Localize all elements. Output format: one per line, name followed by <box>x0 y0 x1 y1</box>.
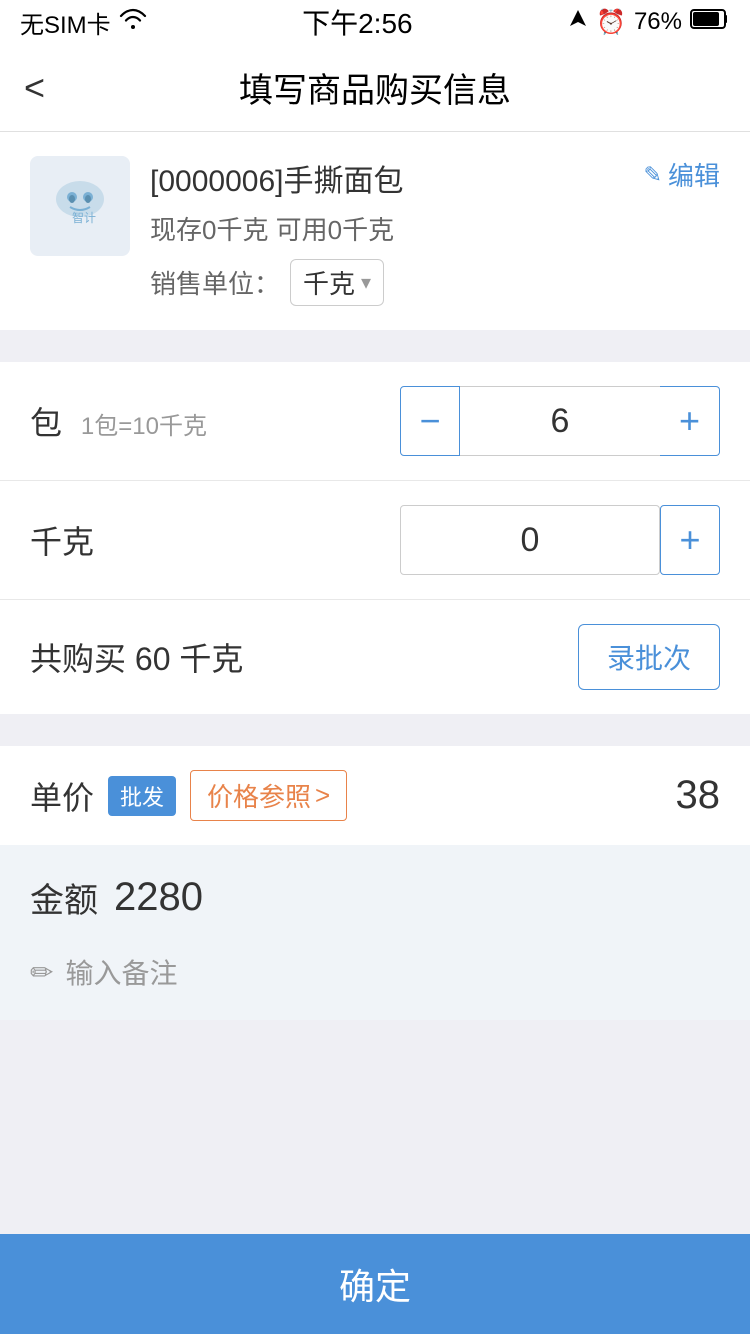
remark-placeholder: 输入备注 <box>65 952 177 992</box>
price-left: 单价 批发 价格参照 > <box>30 770 347 821</box>
kilogram-quantity-control: + <box>400 505 720 575</box>
package-label-text: 包 <box>30 405 62 441</box>
remark-row[interactable]: ✏ 输入备注 <box>30 942 720 1020</box>
amount-section: 金额 2280 ✏ 输入备注 <box>0 845 750 1020</box>
price-tag: 批发 <box>108 776 176 816</box>
edit-icon: ✎ <box>644 162 662 188</box>
product-stock: 现存0千克 可用0千克 <box>150 210 624 247</box>
amount-value: 2280 <box>114 875 203 920</box>
package-sublabel: 1包=10千克 <box>81 413 207 440</box>
package-plus-button[interactable]: + <box>660 386 720 456</box>
kilogram-row: 千克 + <box>0 481 750 600</box>
product-unit-row: 销售单位： 千克 ▾ <box>150 259 624 306</box>
status-left: 无SIM卡 <box>20 5 147 40</box>
price-row: 单价 批发 价格参照 > 38 <box>30 770 720 821</box>
batch-button[interactable]: 录批次 <box>578 624 720 690</box>
battery-label: 76% <box>634 8 682 36</box>
kilogram-quantity-input[interactable] <box>400 505 660 575</box>
status-time: 下午2:56 <box>302 2 413 42</box>
pencil-icon: ✏ <box>30 956 53 989</box>
product-logo: 智计 <box>50 177 110 236</box>
product-image: 智计 <box>30 156 130 256</box>
location-icon <box>568 8 588 37</box>
price-ref-arrow-icon: > <box>315 780 330 811</box>
product-name: [0000006]手撕面包 <box>150 156 624 200</box>
price-ref-button[interactable]: 价格参照 > <box>190 770 347 821</box>
confirm-button[interactable]: 确定 <box>0 1234 750 1334</box>
input-section: 包 1包=10千克 − + 千克 + <box>0 362 750 600</box>
battery-icon <box>690 8 730 37</box>
total-row: 共购买 60 千克 录批次 <box>0 600 750 714</box>
package-row: 包 1包=10千克 − + <box>0 362 750 481</box>
wifi-icon <box>119 8 147 37</box>
status-bar: 无SIM卡 下午2:56 ⏰ 76% <box>0 0 750 44</box>
unit-label: 销售单位： <box>150 264 280 301</box>
amount-row: 金额 2280 <box>30 873 720 942</box>
package-minus-button[interactable]: − <box>400 386 460 456</box>
kilogram-plus-button[interactable]: + <box>660 505 720 575</box>
product-card: 智计 [0000006]手撕面包 现存0千克 可用0千克 销售单位： 千克 ▾ … <box>0 132 750 330</box>
price-value: 38 <box>676 773 721 818</box>
unit-selector[interactable]: 千克 ▾ <box>290 259 384 306</box>
edit-label: 编辑 <box>668 156 720 193</box>
price-ref-label: 价格参照 <box>207 777 311 814</box>
amount-label: 金额 <box>30 873 98 922</box>
section-divider-2 <box>0 714 750 730</box>
svg-text:智计: 智计 <box>72 210 96 225</box>
alarm-icon: ⏰ <box>596 8 626 37</box>
kilogram-label: 千克 <box>30 517 400 563</box>
package-label: 包 1包=10千克 <box>30 398 400 444</box>
unit-value: 千克 <box>303 264 355 301</box>
nav-bar: < 填写商品购买信息 <box>0 44 750 132</box>
page-title: 填写商品购买信息 <box>239 63 511 112</box>
product-info: [0000006]手撕面包 现存0千克 可用0千克 销售单位： 千克 ▾ <box>150 156 624 306</box>
price-label: 单价 <box>30 773 94 819</box>
price-section: 单价 批发 价格参照 > 38 <box>0 746 750 845</box>
carrier-label: 无SIM卡 <box>20 5 111 40</box>
package-quantity-input[interactable] <box>460 386 660 456</box>
status-right: ⏰ 76% <box>568 8 730 37</box>
unit-arrow-icon: ▾ <box>361 270 371 295</box>
edit-button[interactable]: ✎ 编辑 <box>644 156 720 193</box>
package-quantity-control: − + <box>400 386 720 456</box>
section-divider-1 <box>0 346 750 362</box>
back-button[interactable]: < <box>24 67 45 109</box>
total-text: 共购买 60 千克 <box>30 634 243 680</box>
confirm-label: 确定 <box>339 1258 411 1310</box>
